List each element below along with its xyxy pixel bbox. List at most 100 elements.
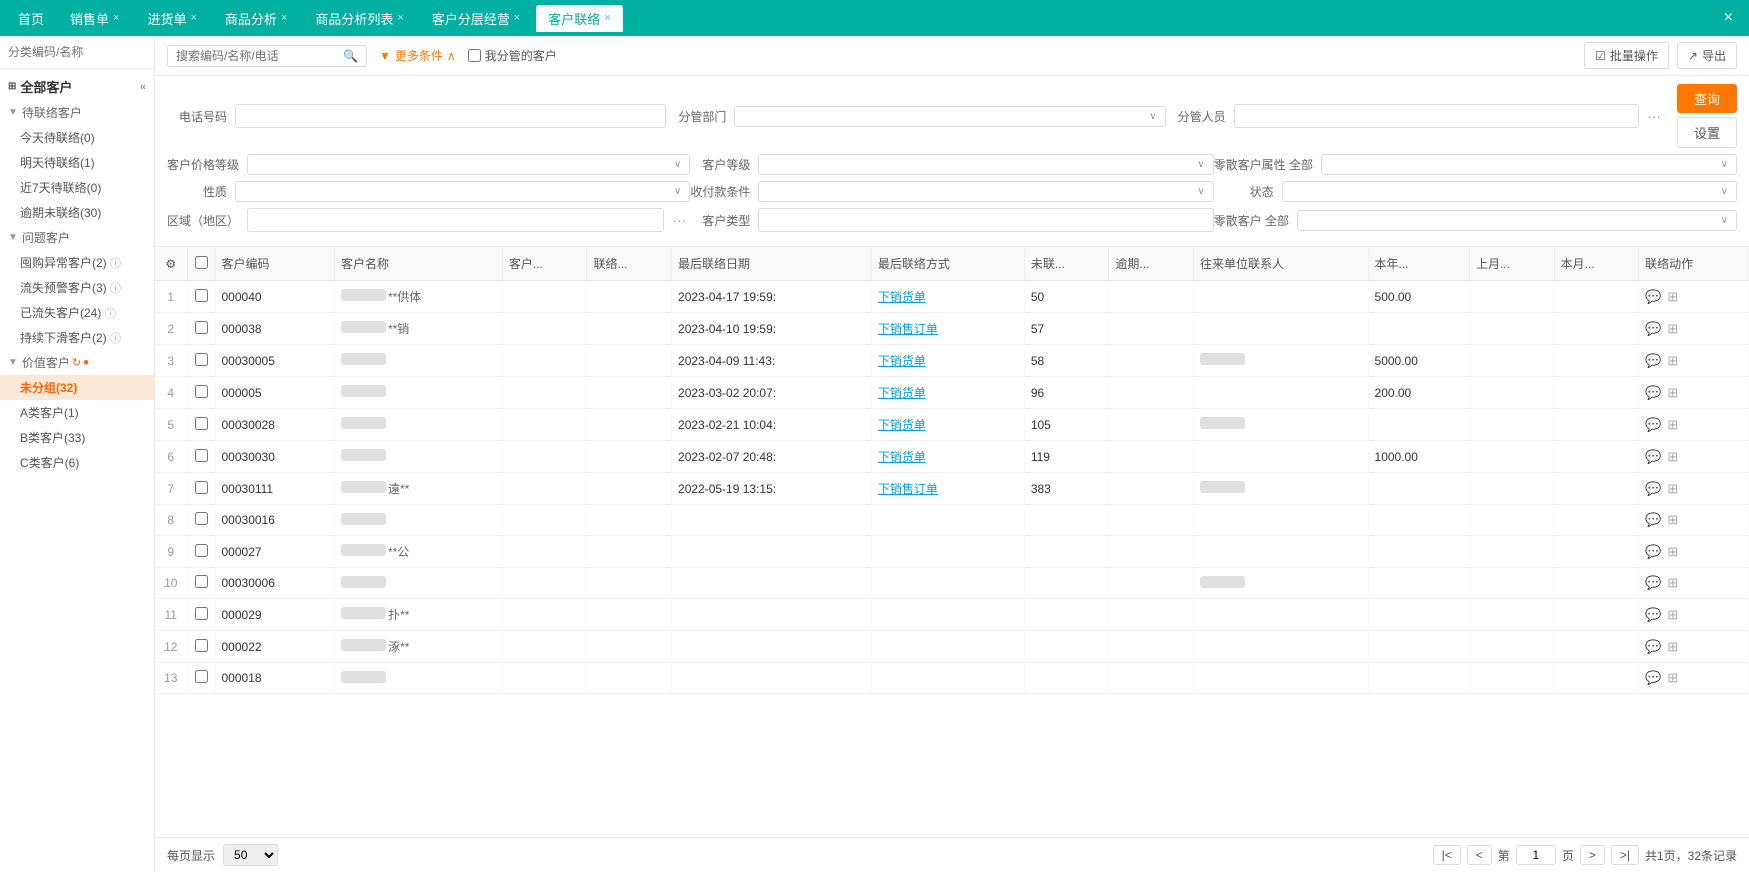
row-checkbox[interactable] <box>195 607 208 620</box>
message-icon[interactable]: 💬 <box>1645 321 1661 337</box>
filter-sparse-select[interactable]: ∨ <box>1297 210 1737 231</box>
grid-action-icon[interactable]: ⊞ <box>1667 417 1678 433</box>
last-method-link[interactable]: 下销货单 <box>878 290 926 304</box>
row-last-method[interactable] <box>871 631 1024 663</box>
grid-action-icon[interactable]: ⊞ <box>1667 481 1678 497</box>
nav-tab-customer-contact[interactable]: 客户联络 × <box>536 5 622 32</box>
sidebar-search-input[interactable] <box>8 45 155 59</box>
last-method-link[interactable]: 下销货单 <box>878 450 926 464</box>
nav-tab-customer-mgmt[interactable]: 客户分层经营 × <box>420 5 532 32</box>
grid-action-icon[interactable]: ⊞ <box>1667 670 1678 686</box>
window-close-button[interactable]: × <box>1716 5 1741 31</box>
row-last-method[interactable]: 下销货单 <box>871 441 1024 473</box>
batch-operations-button[interactable]: ☑ 批量操作 <box>1584 42 1669 69</box>
sidebar-all-customers[interactable]: ⊞ 全部客户 « <box>0 69 154 100</box>
sidebar-item-b-class[interactable]: B类客户(33) <box>0 425 154 450</box>
sidebar-item-c-class[interactable]: C类客户(6) <box>0 450 154 475</box>
nav-tab-analysis-list-close[interactable]: × <box>397 12 403 24</box>
select-all-checkbox[interactable] <box>195 256 208 269</box>
sidebar-item-hoarding[interactable]: 囤购异常客户(2) ⓘ <box>0 250 154 275</box>
row-last-method[interactable]: 下销货单 <box>871 377 1024 409</box>
nav-tab-customer-mgmt-close[interactable]: × <box>514 12 520 24</box>
filter-manager-input[interactable] <box>1234 104 1639 128</box>
message-icon[interactable]: 💬 <box>1645 575 1661 591</box>
nav-tab-customer-contact-close[interactable]: × <box>604 12 610 24</box>
filter-phone-input[interactable] <box>235 104 666 128</box>
sidebar-group-value[interactable]: ▼ 价值客户 ↻ ● <box>0 350 154 375</box>
row-checkbox[interactable] <box>195 512 208 525</box>
message-icon[interactable]: 💬 <box>1645 544 1661 560</box>
filter-region-input[interactable] <box>247 208 664 232</box>
grid-action-icon[interactable]: ⊞ <box>1667 385 1678 401</box>
filter-customer-level-select[interactable]: ∨ <box>758 154 1213 175</box>
message-icon[interactable]: 💬 <box>1645 449 1661 465</box>
sidebar-item-a-class[interactable]: A类客户(1) <box>0 400 154 425</box>
message-icon[interactable]: 💬 <box>1645 385 1661 401</box>
row-last-method[interactable]: 下销货单 <box>871 345 1024 377</box>
row-last-method[interactable]: 下销售订单 <box>871 313 1024 345</box>
row-checkbox[interactable] <box>195 449 208 462</box>
nav-tab-analysis-close[interactable]: × <box>281 12 287 24</box>
sidebar-item-7days[interactable]: 近7天待联络(0) <box>0 175 154 200</box>
row-checkbox[interactable] <box>195 321 208 334</box>
row-last-method[interactable]: 下销货单 <box>871 281 1024 313</box>
nav-tab-analysis[interactable]: 商品分析 × <box>213 5 299 32</box>
th-settings[interactable]: ⚙ <box>155 247 187 281</box>
filter-manager-dots[interactable]: ··· <box>1643 108 1665 124</box>
last-method-link[interactable]: 下销售订单 <box>878 482 938 496</box>
row-last-method[interactable] <box>871 599 1024 631</box>
filter-search-icon[interactable]: 🔍 <box>343 49 358 63</box>
last-method-link[interactable]: 下销售订单 <box>878 322 938 336</box>
grid-action-icon[interactable]: ⊞ <box>1667 639 1678 655</box>
row-last-method[interactable] <box>871 505 1024 536</box>
filter-status-select[interactable]: ∨ <box>1282 181 1737 202</box>
sidebar-item-tomorrow[interactable]: 明天待联络(1) <box>0 150 154 175</box>
filter-region-dots[interactable]: ··· <box>668 212 690 228</box>
filter-price-level-select[interactable]: ∨ <box>247 154 690 175</box>
message-icon[interactable]: 💬 <box>1645 417 1661 433</box>
nav-tab-purchase[interactable]: 进货单 × <box>135 5 208 32</box>
row-checkbox[interactable] <box>195 575 208 588</box>
nav-tab-sales-close[interactable]: × <box>113 12 119 24</box>
refresh-icon[interactable]: ↻ <box>72 356 81 369</box>
grid-action-icon[interactable]: ⊞ <box>1667 321 1678 337</box>
grid-action-icon[interactable]: ⊞ <box>1667 512 1678 528</box>
filter-mine-checkbox[interactable] <box>468 49 481 62</box>
export-button[interactable]: ↗ 导出 <box>1677 42 1737 69</box>
row-checkbox[interactable] <box>195 670 208 683</box>
row-last-method[interactable]: 下销货单 <box>871 409 1024 441</box>
filter-my-customers[interactable]: 我分管的客户 <box>468 47 557 64</box>
last-method-link[interactable]: 下销货单 <box>878 386 926 400</box>
filter-more-conditions[interactable]: ▼ 更多条件 ∧ <box>379 47 456 64</box>
sidebar-item-declining[interactable]: 持续下滑客户(2) ⓘ <box>0 325 154 350</box>
filter-customer-type-input[interactable] <box>758 208 1213 232</box>
filter-nature-select[interactable]: ∨ <box>235 181 690 202</box>
row-last-method[interactable]: 下销售订单 <box>871 473 1024 505</box>
grid-action-icon[interactable]: ⊞ <box>1667 607 1678 623</box>
filter-search-input[interactable] <box>176 49 339 63</box>
page-next-button[interactable]: > <box>1580 845 1605 865</box>
row-checkbox[interactable] <box>195 417 208 430</box>
last-method-link[interactable]: 下销货单 <box>878 354 926 368</box>
page-input[interactable] <box>1516 845 1556 865</box>
row-checkbox[interactable] <box>195 353 208 366</box>
grid-action-icon[interactable]: ⊞ <box>1667 544 1678 560</box>
nav-tab-purchase-close[interactable]: × <box>190 12 196 24</box>
per-page-select[interactable]: 50 100 200 <box>223 844 278 866</box>
grid-action-icon[interactable]: ⊞ <box>1667 449 1678 465</box>
sidebar-item-churned[interactable]: 已流失客户(24) ⓘ <box>0 300 154 325</box>
message-icon[interactable]: 💬 <box>1645 607 1661 623</box>
sidebar-group-pending[interactable]: ▼ 待联络客户 <box>0 100 154 125</box>
row-checkbox[interactable] <box>195 289 208 302</box>
query-button[interactable]: 查询 <box>1677 84 1737 113</box>
reset-button[interactable]: 设置 <box>1677 117 1737 148</box>
page-first-button[interactable]: |< <box>1433 845 1461 865</box>
sidebar-collapse-icon[interactable]: « <box>140 81 146 93</box>
sidebar-group-problem[interactable]: ▼ 问题客户 <box>0 225 154 250</box>
row-last-method[interactable] <box>871 536 1024 568</box>
grid-action-icon[interactable]: ⊞ <box>1667 289 1678 305</box>
nav-tab-analysis-list[interactable]: 商品分析列表 × <box>303 5 415 32</box>
filter-payment-select[interactable]: ∨ <box>758 181 1213 202</box>
row-checkbox[interactable] <box>195 481 208 494</box>
row-last-method[interactable] <box>871 568 1024 599</box>
